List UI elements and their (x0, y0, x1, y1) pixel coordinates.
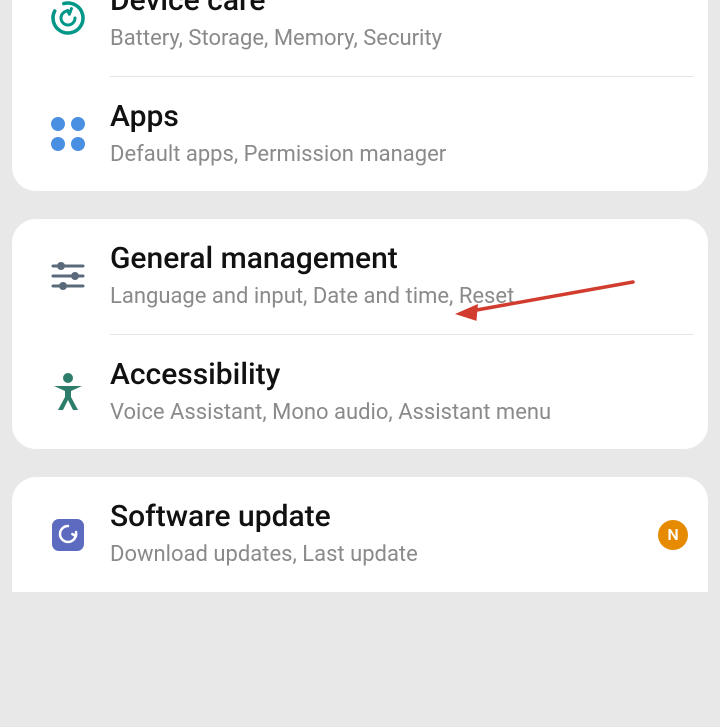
row-texts: Software update Download updates, Last u… (110, 499, 648, 570)
row-texts: Device care Battery, Storage, Memory, Se… (110, 0, 688, 54)
settings-group-3: Software update Download updates, Last u… (12, 477, 708, 592)
row-title: Software update (110, 499, 648, 535)
settings-row-apps[interactable]: Apps Default apps, Permission manager (12, 77, 708, 192)
row-title: Device care (110, 0, 688, 19)
row-subtitle: Download updates, Last update (110, 541, 648, 570)
settings-group-1: Device care Battery, Storage, Memory, Se… (12, 0, 708, 191)
row-texts: Accessibility Voice Assistant, Mono audi… (110, 357, 688, 428)
sliders-icon (26, 259, 110, 293)
row-texts: General management Language and input, D… (110, 241, 688, 312)
update-icon (26, 518, 110, 552)
apps-icon (26, 117, 110, 151)
settings-row-accessibility[interactable]: Accessibility Voice Assistant, Mono audi… (12, 335, 708, 450)
notification-badge: N (658, 520, 688, 550)
settings-row-software-update[interactable]: Software update Download updates, Last u… (12, 477, 708, 592)
badge-letter: N (658, 520, 688, 550)
settings-group-2: General management Language and input, D… (12, 219, 708, 449)
row-title: General management (110, 241, 688, 277)
row-subtitle: Battery, Storage, Memory, Security (110, 25, 688, 54)
settings-row-device-care[interactable]: Device care Battery, Storage, Memory, Se… (12, 0, 708, 76)
row-subtitle: Language and input, Date and time, Reset (110, 283, 688, 312)
row-title: Accessibility (110, 357, 688, 393)
row-title: Apps (110, 99, 688, 135)
accessibility-icon (26, 372, 110, 412)
row-subtitle: Default apps, Permission manager (110, 141, 688, 170)
settings-row-general-management[interactable]: General management Language and input, D… (12, 219, 708, 334)
device-care-icon (26, 0, 110, 37)
row-subtitle: Voice Assistant, Mono audio, Assistant m… (110, 399, 688, 428)
row-texts: Apps Default apps, Permission manager (110, 99, 688, 170)
